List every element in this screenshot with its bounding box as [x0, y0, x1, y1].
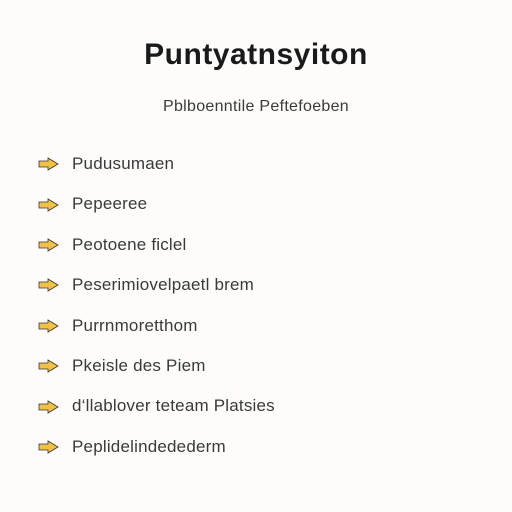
list-item: Pkeisle des Piem: [38, 356, 482, 376]
page-title: Puntyatnsyiton: [30, 38, 482, 72]
list-item-label: Purrnmoretthom: [72, 316, 198, 336]
hand-point-right-icon: [38, 358, 60, 374]
hand-point-right-icon: [38, 237, 60, 253]
list-item: Purrnmoretthom: [38, 316, 482, 336]
hand-point-right-icon: [38, 277, 60, 293]
list-item-label: Pkeisle des Piem: [72, 356, 206, 376]
list-item-label: d‘llablover teteam Platsies: [72, 396, 275, 416]
hand-point-right-icon: [38, 318, 60, 334]
list-item: Peplidelindedederm: [38, 437, 482, 457]
list-item-label: Peplidelindedederm: [72, 437, 226, 457]
bullet-list: Pudusumaen Pepeeree Peotoene ficlel: [30, 154, 482, 457]
hand-point-right-icon: [38, 197, 60, 213]
list-item-label: Pudusumaen: [72, 154, 174, 174]
list-item-label: Peserimiovelpaetl brem: [72, 275, 254, 295]
list-item: Peotoene ficlel: [38, 235, 482, 255]
hand-point-right-icon: [38, 399, 60, 415]
list-item: Pudusumaen: [38, 154, 482, 174]
hand-point-right-icon: [38, 156, 60, 172]
list-item: Pepeeree: [38, 194, 482, 214]
list-item-label: Pepeeree: [72, 194, 147, 214]
document-container: Puntyatnsyiton Pblboenntile Peftefoeben …: [0, 0, 512, 507]
list-item: d‘llablover teteam Platsies: [38, 396, 482, 416]
list-item: Peserimiovelpaetl brem: [38, 275, 482, 295]
hand-point-right-icon: [38, 439, 60, 455]
list-item-label: Peotoene ficlel: [72, 235, 187, 255]
page-subtitle: Pblboenntile Peftefoeben: [30, 98, 482, 116]
